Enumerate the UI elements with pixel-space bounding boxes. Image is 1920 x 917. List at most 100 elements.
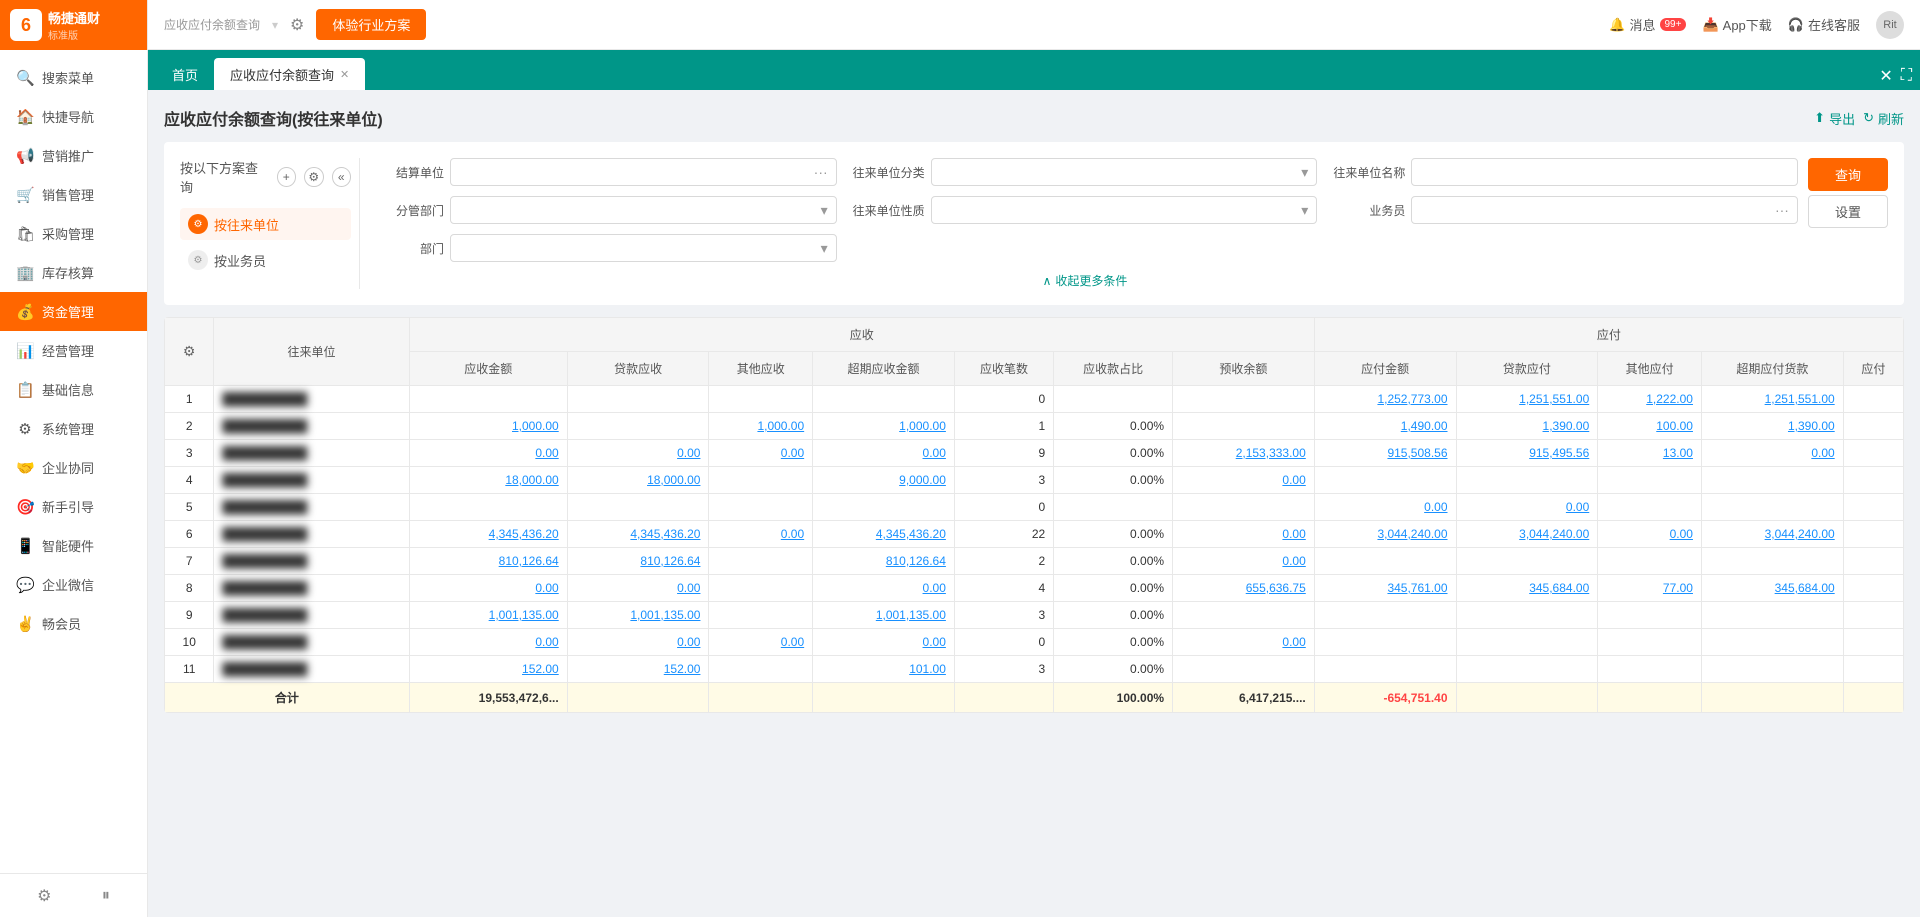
filter-settings-button[interactable]: ⚙ <box>304 167 324 187</box>
sidebar: 6 畅捷通财 标准版 🔍 搜索菜单 🏠 快捷导航 📢 营销推广 🛒 销售管理 🛍… <box>0 0 148 917</box>
filter-collapse-button[interactable]: ∧ 收起更多条件 <box>372 272 1798 289</box>
settlement-unit-input[interactable]: ··· <box>450 158 837 186</box>
filter-fields-area: 结算单位 ··· 往来单位分类 <box>360 158 1888 289</box>
footer-overdue-pay <box>1701 683 1843 713</box>
cell-loan_recv: 152.00 <box>567 656 709 683</box>
scheme-inactive-icon: ⚙ <box>188 250 208 270</box>
scheme-item-salesperson[interactable]: ⚙ 按业务员 <box>180 244 351 276</box>
partner-nature-select[interactable]: ▾ <box>931 196 1318 224</box>
cell-overdue_recv: 1,001,135.00 <box>813 602 955 629</box>
field-salesperson-label: 业务员 <box>1333 202 1405 219</box>
dept-manager-select[interactable]: ▾ <box>450 196 837 224</box>
th-pay-amount: 应付金额 <box>1314 352 1456 386</box>
notifications-button[interactable]: 🔔 消息 99+ <box>1609 15 1686 34</box>
cell-loan_recv: 0.00 <box>567 629 709 656</box>
cell-recv_ratio: 0.00% <box>1054 629 1173 656</box>
header-gear-icon[interactable]: ⚙ <box>290 15 304 35</box>
sidebar-item-member[interactable]: ✌ 畅会员 <box>0 604 147 643</box>
cell-loan_recv: 0.00 <box>567 575 709 602</box>
cell-partner: ██████████ <box>214 386 409 413</box>
cell-other_pay <box>1598 602 1702 629</box>
megaphone-icon: 📢 <box>16 147 34 165</box>
gear-icon: ⚙ <box>16 420 34 438</box>
partner-category-select[interactable]: ▾ <box>931 158 1318 186</box>
sidebar-item-basic[interactable]: 📋 基础信息 <box>0 370 147 409</box>
chevron-down-icon2: ▾ <box>821 202 828 219</box>
tab-close-icon[interactable]: ✕ <box>340 68 349 81</box>
cell-other_recv: 0.00 <box>709 521 813 548</box>
table-row: 5██████████00.000.00 <box>165 494 1904 521</box>
user-avatar[interactable]: Rit <box>1876 11 1904 39</box>
header-sep: ▾ <box>272 18 278 32</box>
customer-service-button[interactable]: 🎧 在线客服 <box>1788 15 1860 34</box>
app-download-button[interactable]: 📥 App下载 <box>1702 15 1771 34</box>
partner-name-input[interactable] <box>1411 158 1798 186</box>
sidebar-item-operation[interactable]: 📊 经营管理 <box>0 331 147 370</box>
cell-prepay_balance <box>1173 386 1315 413</box>
sidebar-settings-icon[interactable]: ⚙ <box>37 886 51 906</box>
table-row: 8██████████0.000.000.0040.00%655,636.753… <box>165 575 1904 602</box>
cell-partner: ██████████ <box>214 413 409 440</box>
money-icon: 💰 <box>16 303 34 321</box>
tab-close-window-icon[interactable]: ✕ <box>1879 66 1892 86</box>
field-dept-manager: 分管部门 ▾ <box>372 196 837 224</box>
sidebar-item-guide[interactable]: 🎯 新手引导 <box>0 487 147 526</box>
header-breadcrumb: 应收应付余额查询 <box>164 16 260 33</box>
cell-other_recv <box>709 575 813 602</box>
cell-pay_amount <box>1314 548 1456 575</box>
cell-partner: ██████████ <box>214 602 409 629</box>
refresh-button[interactable]: ↻ 刷新 <box>1863 109 1904 128</box>
cell-recv_amount: 1,000.00 <box>409 413 567 440</box>
search-icon: 🔍 <box>16 69 34 87</box>
sidebar-item-quick[interactable]: 🏠 快捷导航 <box>0 97 147 136</box>
cell-recv_amount: 18,000.00 <box>409 467 567 494</box>
notifications-badge: 99+ <box>1660 18 1687 31</box>
cell-loan_recv <box>567 386 709 413</box>
th-group-payable: 应付 <box>1314 318 1903 352</box>
sidebar-collapse-icon[interactable]: ⏸ <box>102 887 110 905</box>
bag-icon: 🛍 <box>16 225 34 243</box>
tab-home[interactable]: 首页 <box>156 58 214 90</box>
sidebar-item-purchase[interactable]: 🛍 采购管理 <box>0 214 147 253</box>
sidebar-item-hardware[interactable]: 📱 智能硬件 <box>0 526 147 565</box>
service-icon: 🎧 <box>1788 17 1804 33</box>
cell-pay_amount: 3,044,240.00 <box>1314 521 1456 548</box>
setting-button[interactable]: 设置 <box>1808 195 1888 228</box>
sidebar-item-corp[interactable]: 🤝 企业协同 <box>0 448 147 487</box>
customer-service-label: 在线客服 <box>1808 15 1860 34</box>
cell-pay_more <box>1843 656 1903 683</box>
cell-loan_pay <box>1456 467 1598 494</box>
filter-collapse-button[interactable]: « <box>332 167 352 187</box>
sidebar-item-label: 企业微信 <box>42 575 94 594</box>
scheme-item-label: 按往来单位 <box>214 215 279 234</box>
sidebar-item-marketing[interactable]: 📢 营销推广 <box>0 136 147 175</box>
query-button[interactable]: 查询 <box>1808 158 1888 191</box>
sidebar-item-finance[interactable]: 💰 资金管理 <box>0 292 147 331</box>
table-gear-icon[interactable]: ⚙ <box>183 343 196 359</box>
tab-receivable[interactable]: 应收应付余额查询 ✕ <box>214 58 365 90</box>
scheme-item-partner[interactable]: ⚙ 按往来单位 <box>180 208 351 240</box>
cell-overdue_recv: 1,000.00 <box>813 413 955 440</box>
department-select[interactable]: ▾ <box>450 234 837 262</box>
tab-expand-icon[interactable]: ⛶ <box>1901 67 1912 85</box>
sidebar-item-wechat[interactable]: 💬 企业微信 <box>0 565 147 604</box>
export-button[interactable]: ⬆ 导出 <box>1814 109 1855 128</box>
filter-add-button[interactable]: + <box>277 167 297 187</box>
promo-button[interactable]: 体验行业方案 <box>316 9 426 40</box>
content-wrapper: 应收应付余额查询(按往来单位) ⬆ 导出 ↻ 刷新 按以下方案查询 <box>148 90 1920 729</box>
main-content: 应收应付余额查询(按往来单位) ⬆ 导出 ↻ 刷新 按以下方案查询 <box>148 90 1920 917</box>
salesperson-input[interactable]: ··· <box>1411 196 1798 224</box>
download-icon: 📥 <box>1702 17 1718 33</box>
cell-loan_pay <box>1456 602 1598 629</box>
sidebar-item-system[interactable]: ⚙ 系统管理 <box>0 409 147 448</box>
cell-row-num: 3 <box>165 440 214 467</box>
cell-row-num: 5 <box>165 494 214 521</box>
th-settings[interactable]: ⚙ <box>165 318 214 386</box>
cell-overdue_recv: 0.00 <box>813 440 955 467</box>
cell-pay_amount <box>1314 656 1456 683</box>
clipboard-icon: 📋 <box>16 381 34 399</box>
cell-overdue_pay: 1,251,551.00 <box>1701 386 1843 413</box>
sidebar-item-search[interactable]: 🔍 搜索菜单 <box>0 58 147 97</box>
sidebar-item-inventory[interactable]: 🏢 库存核算 <box>0 253 147 292</box>
sidebar-item-sales[interactable]: 🛒 销售管理 <box>0 175 147 214</box>
